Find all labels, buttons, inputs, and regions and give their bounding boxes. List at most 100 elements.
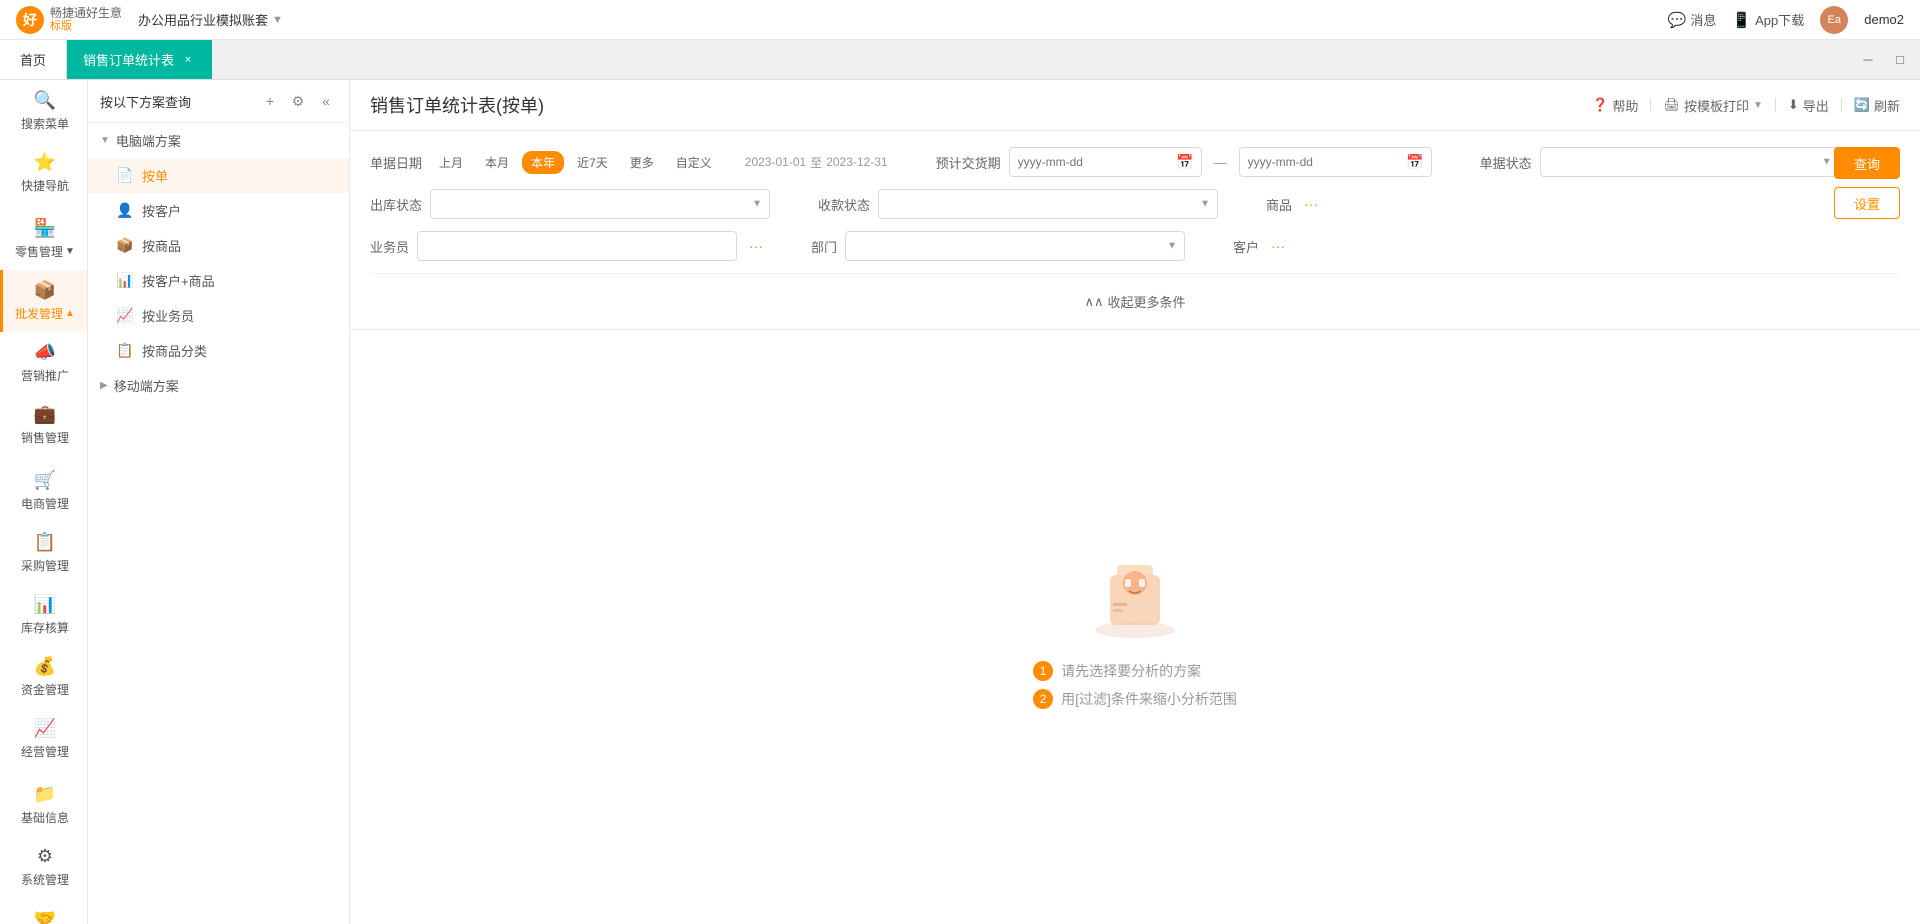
divider-2 (1775, 98, 1776, 112)
collapse-label: 收起更多条件 (1108, 292, 1186, 311)
date-prev-month-button[interactable]: 上月 (430, 151, 472, 174)
chevron-right-icon: ▶ (100, 380, 108, 391)
dept-select[interactable] (845, 231, 1185, 261)
date-7days-button[interactable]: 近7天 (568, 151, 617, 174)
tab-close-icon[interactable]: × (180, 52, 196, 68)
sidebar-item-shortcuts[interactable]: ⭐ 快捷导航 (0, 142, 87, 204)
date-custom-button[interactable]: 自定义 (667, 151, 721, 174)
goods-label: 商品 (1266, 195, 1292, 214)
goods-group: 商品 ··· (1266, 195, 1318, 214)
sidebar-item-finance-label: 资金管理 (21, 681, 69, 698)
home-tab-label: 首页 (20, 50, 46, 69)
app-download-label: App下载 (1755, 10, 1804, 29)
dept-select-wrap (845, 231, 1185, 261)
date-range-end: 2023-12-31 (826, 155, 887, 169)
bill-status-select[interactable] (1540, 147, 1840, 177)
expected-date-start-input[interactable] (1009, 147, 1202, 177)
date-more-button[interactable]: 更多 (621, 151, 663, 174)
sidebar-item-system[interactable]: ⚙ 系统管理 (0, 836, 87, 898)
scheme-panel: 按以下方案查询 + ⚙ « ▼ 电脑端方案 📄 按单 (88, 80, 350, 924)
pay-status-select[interactable] (878, 189, 1218, 219)
breadcrumb-arrow-icon: ▼ (272, 14, 283, 26)
salesperson-icon: 📈 (116, 307, 134, 324)
scheme-settings-button[interactable]: ⚙ (287, 90, 309, 112)
sidebar-item-basic-info[interactable]: 📁 基础信息 (0, 774, 87, 836)
scheme-group-pc-header[interactable]: ▼ 电脑端方案 (88, 123, 349, 158)
scheme-item-by-customer-goods[interactable]: 📊 按客户+商品 (88, 263, 349, 298)
sidebar-item-inventory[interactable]: 📊 库存核算 (0, 584, 87, 646)
scheme-item-by-order[interactable]: 📄 按单 (88, 158, 349, 193)
sidebar-item-basic-info-label: 基础信息 (21, 809, 69, 826)
sidebar-item-purchase[interactable]: 📋 采购管理 (0, 522, 87, 584)
message-button[interactable]: 💬 消息 (1668, 10, 1717, 29)
sidebar-item-sales[interactable]: 💼 销售管理 (0, 394, 87, 456)
customer-label: 客户 (1233, 237, 1259, 256)
scheme-item-by-category[interactable]: 📋 按商品分类 (88, 333, 349, 368)
page-header: 销售订单统计表(按单) ❓ 帮助 🖨 按模板打印 ▼ ⬇ (350, 80, 1920, 131)
date-this-year-button[interactable]: 本年 (522, 151, 564, 174)
scheme-group-mobile-header[interactable]: ▶ 移动端方案 (88, 368, 349, 403)
empty-tip-1: 1 请先选择要分析的方案 (1033, 661, 1237, 681)
salesperson-input[interactable] (417, 231, 737, 261)
sidebar-item-marketing-label: 营销推广 (21, 367, 69, 384)
purchase-icon: 📋 (34, 532, 56, 553)
main-content-area: 按以下方案查询 + ⚙ « ▼ 电脑端方案 📄 按单 (88, 80, 1920, 924)
tab-maximize-button[interactable]: □ (1888, 48, 1912, 72)
expected-date-end-input[interactable] (1239, 147, 1432, 177)
inventory-icon: 📊 (34, 594, 56, 615)
scheme-item-by-salesperson-label: 按业务员 (142, 306, 194, 325)
ecommerce-icon: 🛒 (34, 470, 56, 491)
filter-row-3: 业务员 ··· 部门 客户 ··· (370, 231, 1900, 261)
sidebar-item-cooperation[interactable]: 🤝 企业协同 (0, 898, 87, 924)
salesperson-ellipsis-button[interactable]: ··· (749, 238, 763, 254)
expected-date-end-wrap: 📅 (1239, 147, 1432, 177)
user-avatar[interactable]: Ea (1820, 6, 1848, 34)
marketing-icon: 📣 (34, 342, 56, 363)
goods-ellipsis-button[interactable]: ··· (1304, 196, 1318, 212)
bill-status-group: 单据状态 (1480, 147, 1840, 177)
print-button[interactable]: 🖨 按模板打印 ▼ (1663, 96, 1762, 115)
salesperson-group: 业务员 ··· (370, 231, 763, 261)
scheme-group-pc-label: 电脑端方案 (116, 131, 181, 150)
tab-sales-order[interactable]: 销售订单统计表 × (67, 40, 212, 79)
page-title: 销售订单统计表(按单) (370, 92, 544, 130)
sidebar: 🔍 搜索菜单 ⭐ 快捷导航 🏪 零售管理 ▼ 📦 批发管理 ▲ 📣 营销推广 (0, 80, 88, 924)
settings-button[interactable]: 设置 (1834, 187, 1900, 219)
query-button[interactable]: 查询 (1834, 147, 1900, 179)
divider-1 (1650, 98, 1651, 112)
scheme-item-by-customer[interactable]: 👤 按客户 (88, 193, 349, 228)
sidebar-item-retail[interactable]: 🏪 零售管理 ▼ (0, 208, 87, 270)
star-icon: ⭐ (34, 152, 56, 173)
collapse-button[interactable]: ∧∧ 收起更多条件 (1084, 284, 1185, 319)
scheme-collapse-button[interactable]: « (315, 90, 337, 112)
breadcrumb[interactable]: 办公用品行业模拟账套 ▼ (138, 10, 283, 29)
date-this-month-button[interactable]: 本月 (476, 151, 518, 174)
sales-icon: 💼 (34, 404, 56, 425)
sidebar-item-operation[interactable]: 📈 经营管理 (0, 708, 87, 770)
collapse-section: ∧∧ 收起更多条件 (370, 273, 1900, 329)
tab-minimize-button[interactable]: ─ (1856, 48, 1880, 72)
bill-status-label: 单据状态 (1480, 153, 1532, 172)
goods-icon: 📦 (116, 237, 134, 254)
tab-home[interactable]: 首页 (0, 40, 67, 79)
scheme-item-by-goods[interactable]: 📦 按商品 (88, 228, 349, 263)
help-button[interactable]: ❓ 帮助 (1592, 96, 1638, 115)
date-dash: — (1210, 155, 1231, 170)
pay-status-group: 收款状态 (818, 189, 1218, 219)
refresh-label: 刷新 (1874, 96, 1900, 115)
scheme-add-button[interactable]: + (259, 90, 281, 112)
sidebar-item-wholesale[interactable]: 📦 批发管理 ▲ (0, 270, 87, 332)
scheme-item-by-salesperson[interactable]: 📈 按业务员 (88, 298, 349, 333)
app-download-button[interactable]: 📱 App下载 (1732, 10, 1804, 29)
export-button[interactable]: ⬇ 导出 (1788, 96, 1829, 115)
sidebar-item-search[interactable]: 🔍 搜索菜单 (0, 80, 87, 142)
customer-ellipsis-button[interactable]: ··· (1271, 238, 1285, 254)
sidebar-item-ecommerce[interactable]: 🛒 电商管理 (0, 460, 87, 522)
date-range-display: 2023-01-01 至 2023-12-31 (745, 154, 888, 171)
main-layout: 🔍 搜索菜单 ⭐ 快捷导航 🏪 零售管理 ▼ 📦 批发管理 ▲ 📣 营销推广 (0, 80, 1920, 924)
ship-status-select[interactable] (430, 189, 770, 219)
date-label: 单据日期 (370, 153, 422, 172)
sidebar-item-finance[interactable]: 💰 资金管理 (0, 646, 87, 708)
refresh-button[interactable]: 🔄 刷新 (1854, 96, 1900, 115)
sidebar-item-marketing[interactable]: 📣 营销推广 (0, 332, 87, 394)
